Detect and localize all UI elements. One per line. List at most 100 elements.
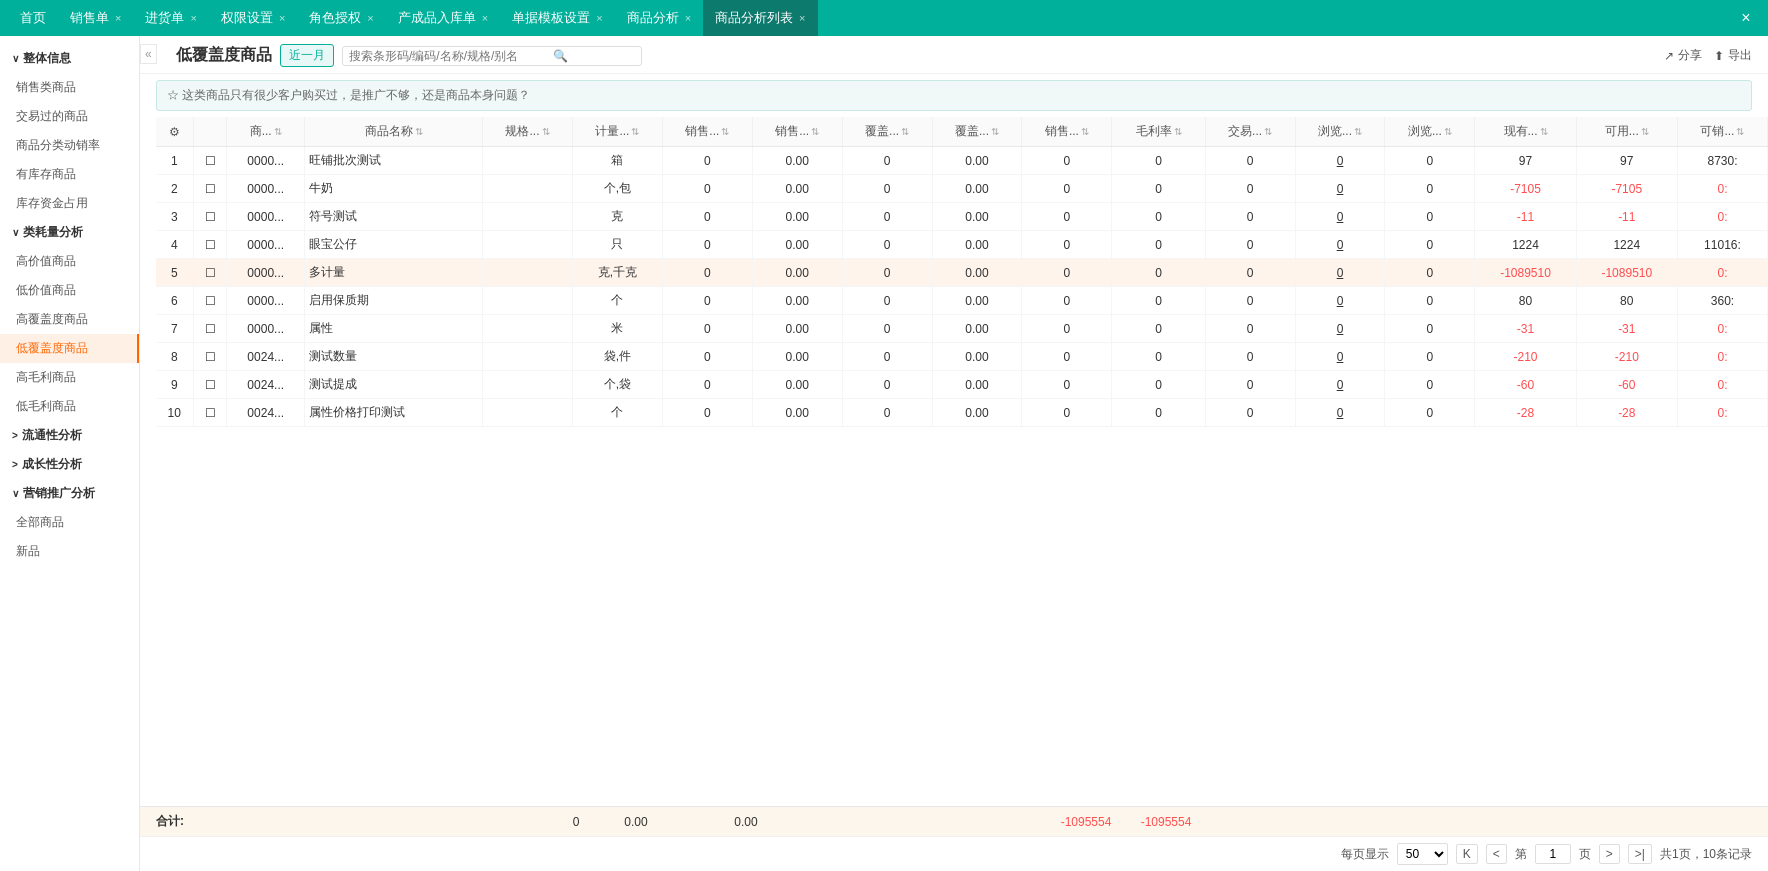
sidebar-item-商品分类动销率[interactable]: 商品分类动销率	[0, 131, 139, 160]
sidebar-section-营销推广分析[interactable]: ∨营销推广分析	[0, 479, 139, 508]
nav-close-icon[interactable]: ×	[115, 12, 121, 24]
col-header-cover2[interactable]: 覆盖...⇅	[932, 117, 1022, 147]
col-header-browse2[interactable]: 浏览...⇅	[1385, 117, 1475, 147]
row-sale-qty: 0	[662, 315, 752, 343]
nav-item-角色授权[interactable]: 角色授权×	[297, 0, 385, 36]
col-header-sellable[interactable]: 可销...⇅	[1677, 117, 1767, 147]
sidebar-item-销售类商品[interactable]: 销售类商品	[0, 73, 139, 102]
nav-item-首页[interactable]: 首页	[8, 0, 58, 36]
sidebar-item-低毛利商品[interactable]: 低毛利商品	[0, 392, 139, 421]
sidebar-item-有库存商品[interactable]: 有库存商品	[0, 160, 139, 189]
sidebar-section-成长性分析[interactable]: >成长性分析	[0, 450, 139, 479]
nav-close-icon[interactable]: ×	[190, 12, 196, 24]
sidebar-item-低价值商品[interactable]: 低价值商品	[0, 276, 139, 305]
window-close-btn[interactable]: ×	[1732, 4, 1760, 32]
nav-close-icon[interactable]: ×	[685, 12, 691, 24]
sidebar-section-整体信息[interactable]: ∨整体信息	[0, 44, 139, 73]
export-btn[interactable]: ⬆ 导出	[1714, 47, 1752, 64]
row-checkbox[interactable]: ☐	[193, 399, 227, 427]
nav-close-icon[interactable]: ×	[596, 12, 602, 24]
col-header-name[interactable]: 商品名称⇅	[304, 117, 482, 147]
sidebar-section-label: 成长性分析	[22, 456, 82, 473]
row-checkbox[interactable]: ☐	[193, 315, 227, 343]
last-page-btn[interactable]: >|	[1628, 844, 1652, 864]
sidebar-item-高价值商品[interactable]: 高价值商品	[0, 247, 139, 276]
sort-icon: ⇅	[811, 126, 819, 137]
nav-close-icon[interactable]: ×	[367, 12, 373, 24]
browse-link[interactable]: 0	[1337, 182, 1344, 196]
row-sellable: 0:	[1677, 175, 1767, 203]
prev-page-btn[interactable]: <	[1486, 844, 1507, 864]
nav-item-权限设置[interactable]: 权限设置×	[209, 0, 297, 36]
col-header-available_stock[interactable]: 可用...⇅	[1576, 117, 1677, 147]
page-label: 页	[1579, 846, 1591, 863]
share-icon: ↗	[1664, 49, 1674, 63]
total-cell-4	[426, 815, 486, 829]
search-icon[interactable]: 🔍	[553, 49, 568, 63]
page-number-input[interactable]	[1535, 844, 1571, 864]
search-input[interactable]	[349, 49, 549, 63]
row-cover1: 0	[842, 175, 932, 203]
total-cell-0	[216, 815, 246, 829]
content-area: « 低覆盖度商品 近一月 🔍 ↗ 分享 ⬆ 导出 ☆ 这类商品只有很少客户购买过…	[140, 36, 1768, 871]
row-checkbox[interactable]: ☐	[193, 147, 227, 175]
nav-item-产成品入库单[interactable]: 产成品入库单×	[386, 0, 500, 36]
sidebar-collapse-btn[interactable]: «	[140, 44, 157, 64]
sidebar-section-类耗量分析[interactable]: ∨类耗量分析	[0, 218, 139, 247]
filter-recent-btn[interactable]: 近一月	[280, 44, 334, 67]
browse-link[interactable]: 0	[1337, 238, 1344, 252]
table-row: 10☐0024...属性价格打印测试个00.0000.0000000-28-28…	[156, 399, 1768, 427]
col-header-sale3[interactable]: 销售...⇅	[1022, 117, 1112, 147]
next-page-btn[interactable]: >	[1599, 844, 1620, 864]
col-header-code[interactable]: 商...⇅	[227, 117, 305, 147]
share-btn[interactable]: ↗ 分享	[1664, 47, 1702, 64]
col-header-browse1[interactable]: 浏览...⇅	[1295, 117, 1385, 147]
col-header-cover1[interactable]: 覆盖...⇅	[842, 117, 932, 147]
row-checkbox[interactable]: ☐	[193, 175, 227, 203]
sidebar-item-全部商品[interactable]: 全部商品	[0, 508, 139, 537]
col-header-trade[interactable]: 交易...⇅	[1205, 117, 1295, 147]
page-size-select[interactable]: 2050100200	[1397, 843, 1448, 865]
nav-item-商品分析[interactable]: 商品分析×	[615, 0, 703, 36]
browse-link[interactable]: 0	[1337, 406, 1344, 420]
nav-item-进货单[interactable]: 进货单×	[133, 0, 208, 36]
sidebar-item-新品[interactable]: 新品	[0, 537, 139, 566]
row-checkbox[interactable]: ☐	[193, 231, 227, 259]
row-sale-qty: 0	[662, 175, 752, 203]
col-header-unit[interactable]: 计量...⇅	[572, 117, 662, 147]
first-page-btn[interactable]: K	[1456, 844, 1478, 864]
browse-link[interactable]: 0	[1337, 378, 1344, 392]
sidebar-item-交易过的商品[interactable]: 交易过的商品	[0, 102, 139, 131]
browse-link[interactable]: 0	[1337, 350, 1344, 364]
col-header-sale_qty[interactable]: 销售...⇅	[662, 117, 752, 147]
row-checkbox[interactable]: ☐	[193, 371, 227, 399]
col-header-spec[interactable]: 规格...⇅	[483, 117, 573, 147]
nav-item-销售单[interactable]: 销售单×	[58, 0, 133, 36]
row-trade: 0	[1205, 175, 1295, 203]
sidebar: ∨整体信息销售类商品交易过的商品商品分类动销率有库存商品库存资金占用∨类耗量分析…	[0, 36, 140, 871]
sidebar-item-高毛利商品[interactable]: 高毛利商品	[0, 363, 139, 392]
sidebar-item-高覆盖度商品[interactable]: 高覆盖度商品	[0, 305, 139, 334]
row-checkbox[interactable]: ☐	[193, 203, 227, 231]
browse-link[interactable]: 0	[1337, 210, 1344, 224]
nav-close-icon[interactable]: ×	[482, 12, 488, 24]
col-header-margin[interactable]: 毛利率⇅	[1112, 117, 1205, 147]
col-header-current_stock[interactable]: 现有...⇅	[1475, 117, 1576, 147]
col-header-sale_amount[interactable]: 销售...⇅	[752, 117, 842, 147]
sidebar-item-低覆盖度商品[interactable]: 低覆盖度商品	[0, 334, 139, 363]
browse-link[interactable]: 0	[1337, 322, 1344, 336]
nav-close-icon[interactable]: ×	[279, 12, 285, 24]
browse-link[interactable]: 0	[1337, 266, 1344, 280]
nav-close-icon[interactable]: ×	[799, 12, 805, 24]
browse-link[interactable]: 0	[1337, 294, 1344, 308]
browse-link[interactable]: 0	[1337, 154, 1344, 168]
row-spec	[483, 287, 573, 315]
sidebar-section-流通性分析[interactable]: >流通性分析	[0, 421, 139, 450]
row-name: 测试提成	[304, 371, 482, 399]
nav-item-商品分析列表[interactable]: 商品分析列表×	[703, 0, 817, 36]
nav-item-单据模板设置[interactable]: 单据模板设置×	[500, 0, 614, 36]
row-checkbox[interactable]: ☐	[193, 287, 227, 315]
row-checkbox[interactable]: ☐	[193, 259, 227, 287]
row-checkbox[interactable]: ☐	[193, 343, 227, 371]
sidebar-item-库存资金占用[interactable]: 库存资金占用	[0, 189, 139, 218]
